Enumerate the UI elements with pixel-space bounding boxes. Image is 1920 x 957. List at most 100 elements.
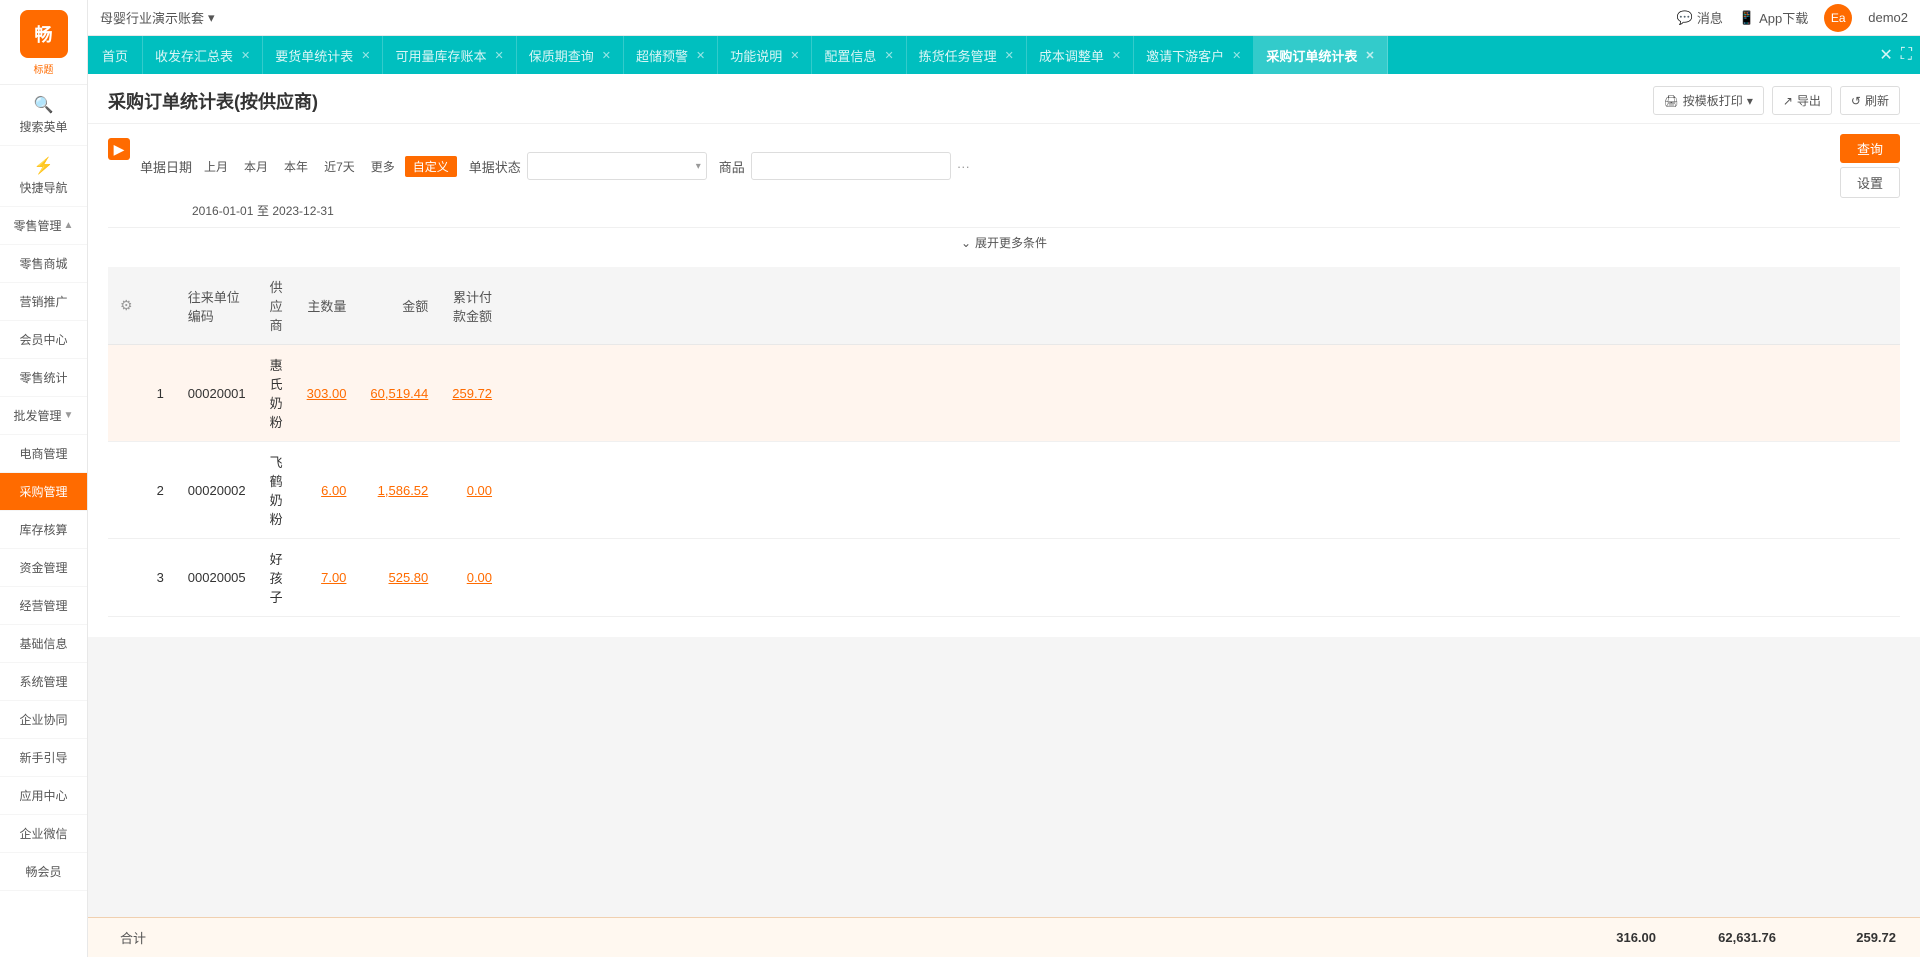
- paid-link-2[interactable]: 0.00: [467, 483, 492, 498]
- tab-chengben[interactable]: 成本调整单 ✕: [1027, 36, 1134, 74]
- date-custom-button[interactable]: 自定义: [405, 156, 457, 177]
- logo-icon: 畅: [20, 10, 68, 58]
- sidebar-item-wholesale[interactable]: 批发管理 ▼: [0, 397, 87, 435]
- tab-close-icon[interactable]: ✕: [602, 49, 611, 62]
- message-icon: 💬: [1677, 10, 1693, 26]
- tab-close-icon[interactable]: ✕: [1005, 49, 1014, 62]
- sidebar-item-quick-nav[interactable]: ⚡ 快捷导航: [0, 146, 87, 207]
- company-selector[interactable]: 母婴行业演示账套 ▾: [100, 8, 215, 27]
- amount-link-1[interactable]: 60,519.44: [370, 386, 428, 401]
- qty-link-2[interactable]: 6.00: [321, 483, 346, 498]
- tab-chaochuyu[interactable]: 超储预警 ✕: [624, 36, 718, 74]
- sidebar-item-search[interactable]: 🔍 搜索英单: [0, 85, 87, 146]
- table-footer: 合计 316.00 62,631.76 259.72: [88, 917, 1920, 957]
- filter-collapse-button[interactable]: ▶: [108, 138, 130, 160]
- chevron-down-icon: ▾: [1747, 94, 1753, 108]
- tab-close-icon[interactable]: ✕: [884, 49, 893, 62]
- message-label: 消息: [1697, 8, 1723, 27]
- tab-close-icon[interactable]: ✕: [1365, 49, 1374, 62]
- template-print-button[interactable]: 🖨 按模板打印 ▾: [1653, 86, 1764, 115]
- table-container: ⚙ 往来单位编码 供应商 主数量 金额 累计付款金额: [88, 267, 1920, 637]
- sidebar-item-label: 快捷导航: [19, 179, 67, 196]
- maximize-icon[interactable]: ⛶: [1901, 46, 1912, 64]
- settings-icon[interactable]: ⚙: [120, 297, 133, 313]
- sidebar-item-member[interactable]: 会员中心: [0, 321, 87, 359]
- date-shortcut-this-year[interactable]: 本年: [278, 156, 314, 177]
- sidebar-item-wechat[interactable]: 企业微信: [0, 815, 87, 853]
- tab-yaoqing[interactable]: 邀请下游客户 ✕: [1134, 36, 1254, 74]
- message-button[interactable]: 💬 消息: [1677, 8, 1723, 27]
- sidebar-item-label: 资金管理: [19, 559, 67, 576]
- qty-link-3[interactable]: 7.00: [321, 570, 346, 585]
- date-shortcut-this-month[interactable]: 本月: [238, 156, 274, 177]
- close-all-icon[interactable]: ✕: [1879, 45, 1892, 65]
- paid-link-3[interactable]: 0.00: [467, 570, 492, 585]
- tab-label: 功能说明: [730, 46, 782, 65]
- settings-button[interactable]: 设置: [1840, 167, 1900, 198]
- sidebar-item-vip[interactable]: 畅会员: [0, 853, 87, 891]
- chevron-down-icon: ▼: [64, 410, 74, 421]
- tab-label: 采购订单统计表: [1266, 46, 1357, 65]
- tab-yaohuo[interactable]: 要货单统计表 ✕: [263, 36, 383, 74]
- amount-link-2[interactable]: 1,586.52: [378, 483, 429, 498]
- amount-link-3[interactable]: 525.80: [389, 570, 429, 585]
- tab-caigou[interactable]: 采购订单统计表 ✕: [1254, 36, 1387, 74]
- expand-more-button[interactable]: ⌄ 展开更多条件: [108, 227, 1900, 257]
- sidebar-item-marketing[interactable]: 营销推广: [0, 283, 87, 321]
- date-shortcut-last-month[interactable]: 上月: [198, 156, 234, 177]
- tab-close-icon[interactable]: ✕: [1232, 49, 1241, 62]
- phone-icon: 📱: [1739, 10, 1755, 26]
- more-options-icon[interactable]: ···: [957, 159, 970, 174]
- tab-gongneng[interactable]: 功能说明 ✕: [718, 36, 812, 74]
- sidebar-item-inventory[interactable]: 库存核算: [0, 511, 87, 549]
- date-shortcut-more[interactable]: 更多: [365, 156, 401, 177]
- tab-close-icon[interactable]: ✕: [241, 49, 250, 62]
- tab-close-icon[interactable]: ✕: [361, 49, 370, 62]
- sidebar-item-ecom[interactable]: 电商管理: [0, 435, 87, 473]
- sidebar-item-label: 企业微信: [19, 825, 67, 842]
- page-title: 采购订单统计表(按供应商): [108, 88, 318, 114]
- date-shortcut-7days[interactable]: 近7天: [318, 156, 361, 177]
- tab-close-icon[interactable]: ✕: [495, 49, 504, 62]
- sidebar-item-guide[interactable]: 新手引导: [0, 739, 87, 777]
- app-download-button[interactable]: 📱 App下载: [1739, 8, 1808, 27]
- sidebar-item-ops[interactable]: 经营管理: [0, 587, 87, 625]
- tab-tuohuo[interactable]: 拣货任务管理 ✕: [907, 36, 1027, 74]
- tab-keyong[interactable]: 可用量库存账本 ✕: [383, 36, 516, 74]
- goods-input[interactable]: [751, 152, 951, 180]
- export-button[interactable]: ↗ 导出: [1772, 86, 1832, 115]
- date-to: 2023-12-31: [272, 204, 333, 218]
- status-label: 单据状态: [469, 157, 521, 176]
- tab-close-icon[interactable]: ✕: [696, 49, 705, 62]
- sidebar-item-system[interactable]: 系统管理: [0, 663, 87, 701]
- tab-close-icon[interactable]: ✕: [1112, 49, 1121, 62]
- paid-link-1[interactable]: 259.72: [452, 386, 492, 401]
- tab-home[interactable]: 首页: [88, 36, 143, 74]
- search-button[interactable]: 查询: [1840, 134, 1900, 163]
- sidebar-item-retail-mall[interactable]: 零售商城: [0, 245, 87, 283]
- tab-peizhi[interactable]: 配置信息 ✕: [812, 36, 906, 74]
- user-avatar[interactable]: Ea: [1824, 4, 1852, 32]
- tab-label: 保质期查询: [529, 46, 594, 65]
- sidebar-item-basic[interactable]: 基础信息: [0, 625, 87, 663]
- topbar-right: 💬 消息 📱 App下载 Ea demo2: [1677, 4, 1908, 32]
- tab-label: 配置信息: [824, 46, 876, 65]
- sidebar-item-label: 零售商城: [19, 255, 67, 272]
- company-name: 母婴行业演示账套: [100, 8, 204, 27]
- sidebar-item-finance[interactable]: 资金管理: [0, 549, 87, 587]
- footer-amount: 62,631.76: [1668, 930, 1788, 945]
- sidebar-item-retail[interactable]: 零售管理 ▲: [0, 207, 87, 245]
- tab-shofahu[interactable]: 收发存汇总表 ✕: [143, 36, 263, 74]
- tabbar-controls: ✕ ⛶: [1871, 45, 1920, 65]
- tab-close-icon[interactable]: ✕: [790, 49, 799, 62]
- status-select[interactable]: [527, 152, 707, 180]
- sidebar-item-collab[interactable]: 企业协同: [0, 701, 87, 739]
- row-num-3: 3: [145, 539, 176, 617]
- tab-baozhiqi[interactable]: 保质期查询 ✕: [517, 36, 624, 74]
- sidebar: 畅 标题 🔍 搜索英单 ⚡ 快捷导航 零售管理 ▲ 零售商城 营销推广 会员中心…: [0, 0, 88, 957]
- sidebar-item-appcenter[interactable]: 应用中心: [0, 777, 87, 815]
- sidebar-item-retail-stats[interactable]: 零售统计: [0, 359, 87, 397]
- refresh-button[interactable]: ↺ 刷新: [1840, 86, 1900, 115]
- sidebar-item-purchase[interactable]: 采购管理: [0, 473, 87, 511]
- qty-link-1[interactable]: 303.00: [307, 386, 347, 401]
